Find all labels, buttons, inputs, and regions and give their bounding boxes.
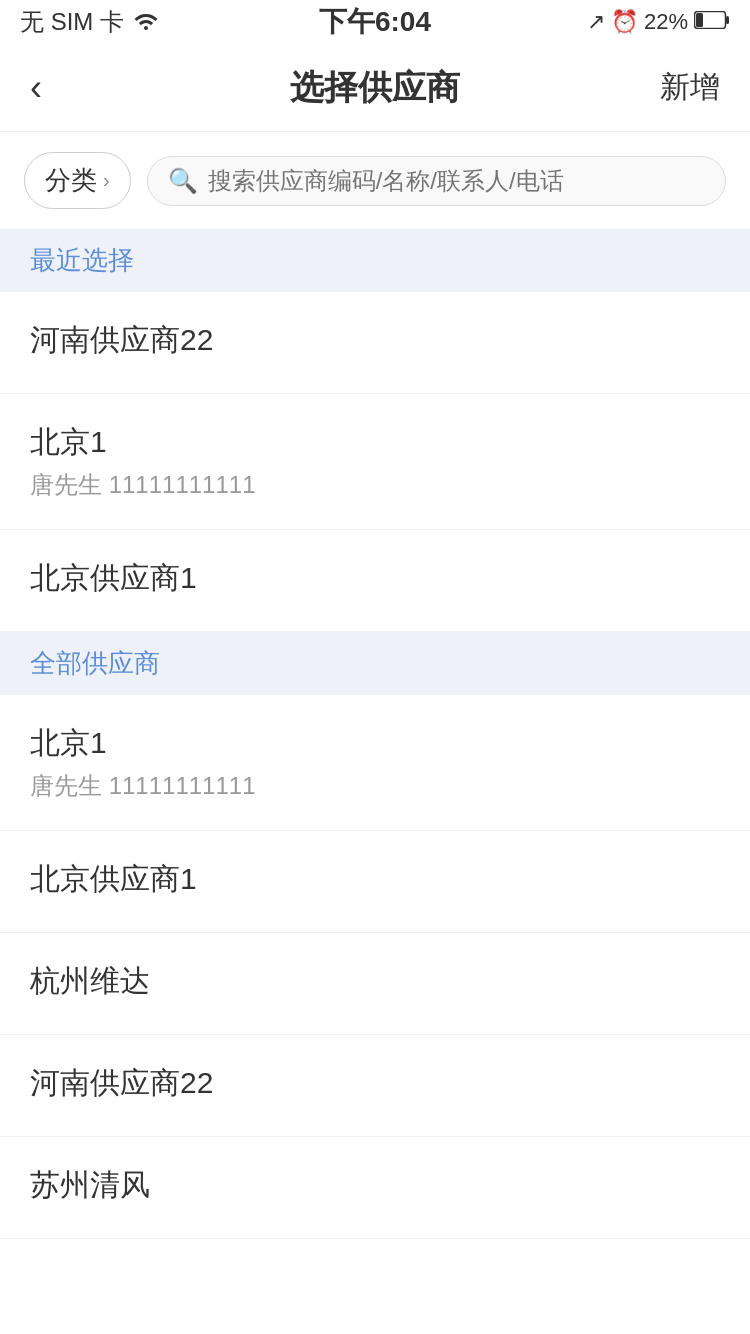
- item-name: 北京1: [30, 422, 720, 463]
- item-name: 河南供应商22: [30, 1063, 720, 1104]
- list-item[interactable]: 苏州清风: [0, 1137, 750, 1239]
- status-bar: 无 SIM 卡 下午6:04 ↗ ⏰ 22%: [0, 0, 750, 44]
- list-item[interactable]: 北京1 唐先生 11111111111: [0, 695, 750, 831]
- category-label: 分类: [45, 163, 97, 198]
- chevron-right-icon: ›: [103, 169, 110, 192]
- list-item[interactable]: 北京供应商1: [0, 530, 750, 632]
- nav-bar: ‹ 选择供应商 新增: [0, 44, 750, 132]
- sim-label: 无 SIM 卡: [20, 6, 124, 38]
- svg-rect-1: [726, 16, 729, 24]
- list-item[interactable]: 北京供应商1: [0, 831, 750, 933]
- item-contact: 唐先生 11111111111: [30, 770, 720, 802]
- status-right: ↗ ⏰ 22%: [587, 9, 730, 35]
- search-icon: 🔍: [168, 167, 198, 195]
- list-item[interactable]: 河南供应商22: [0, 292, 750, 394]
- item-name: 河南供应商22: [30, 320, 720, 361]
- item-name: 苏州清风: [30, 1165, 720, 1206]
- page-title: 选择供应商: [290, 65, 460, 111]
- item-name: 杭州维达: [30, 961, 720, 1002]
- battery-icon: [694, 9, 730, 35]
- status-time: 下午6:04: [319, 3, 431, 41]
- recent-list: 河南供应商22 北京1 唐先生 11111111111 北京供应商1: [0, 292, 750, 632]
- item-name: 北京供应商1: [30, 558, 720, 599]
- list-item[interactable]: 河南供应商22: [0, 1035, 750, 1137]
- battery-label: 22%: [644, 9, 688, 35]
- item-contact: 唐先生 11111111111: [30, 469, 720, 501]
- filter-bar: 分类 › 🔍: [0, 132, 750, 229]
- status-left: 无 SIM 卡: [20, 6, 160, 38]
- back-button[interactable]: ‹: [30, 67, 90, 109]
- recent-section-header: 最近选择: [0, 229, 750, 292]
- search-box[interactable]: 🔍: [147, 156, 726, 206]
- wifi-icon: [132, 8, 160, 36]
- svg-rect-2: [696, 13, 703, 27]
- item-name: 北京1: [30, 723, 720, 764]
- alarm-icon: ⏰: [611, 9, 638, 35]
- search-input[interactable]: [208, 167, 705, 195]
- all-section-header: 全部供应商: [0, 632, 750, 695]
- list-item[interactable]: 北京1 唐先生 11111111111: [0, 394, 750, 530]
- add-button[interactable]: 新增: [660, 67, 720, 108]
- location-icon: ↗: [587, 9, 605, 35]
- item-name: 北京供应商1: [30, 859, 720, 900]
- all-suppliers-list: 北京1 唐先生 11111111111 北京供应商1 杭州维达河南供应商22 苏州清风: [0, 695, 750, 1239]
- category-button[interactable]: 分类 ›: [24, 152, 131, 209]
- list-item[interactable]: 杭州维达: [0, 933, 750, 1035]
